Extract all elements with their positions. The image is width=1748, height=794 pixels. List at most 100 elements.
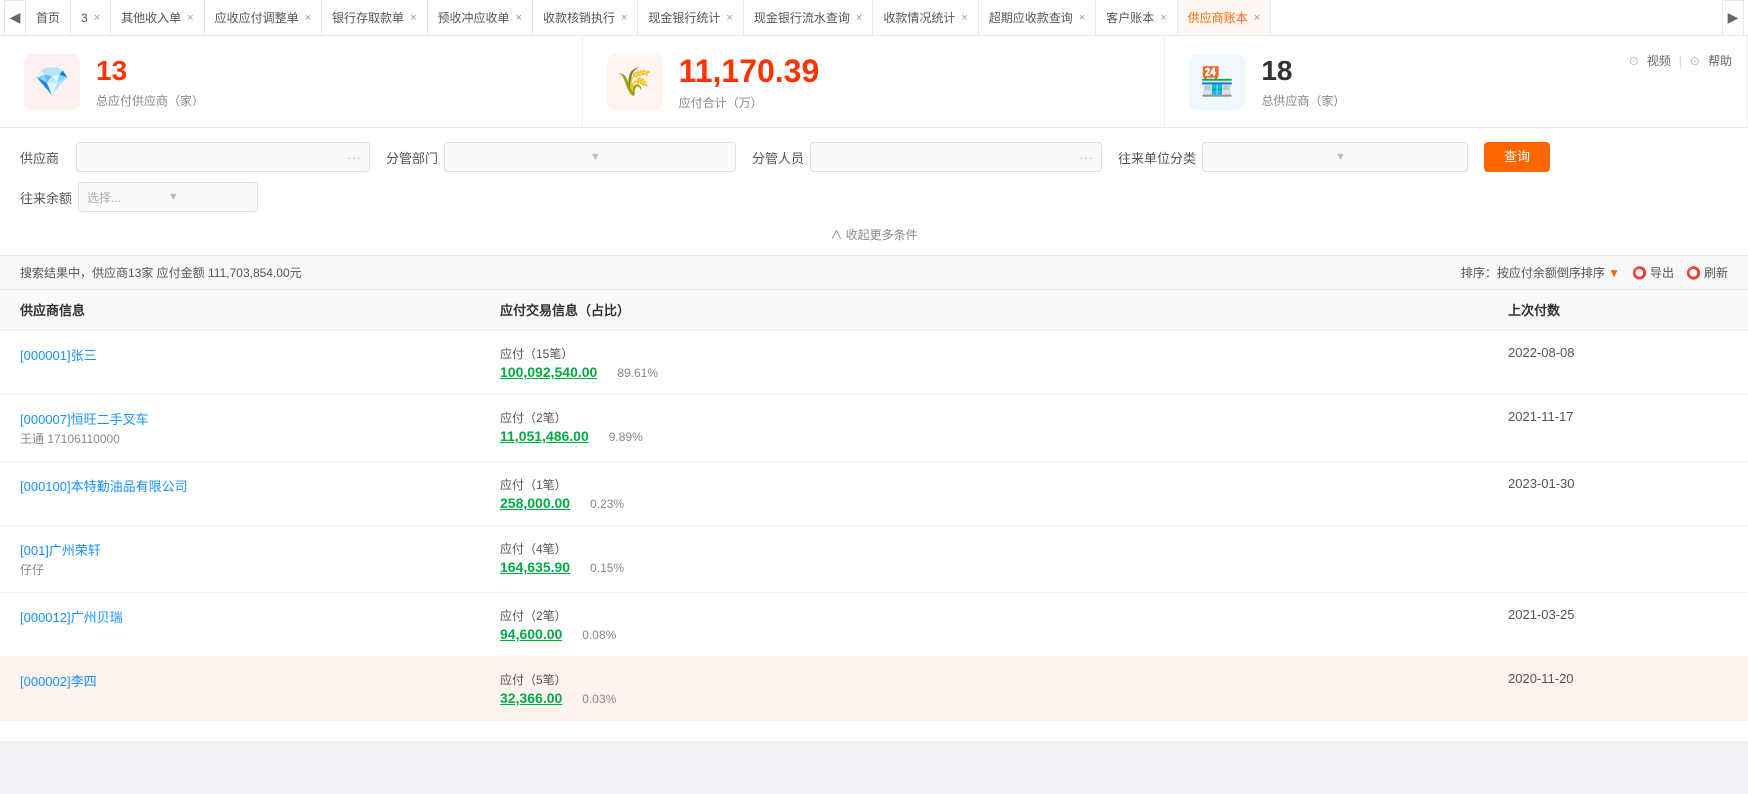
sort-label: 排序：按应付余额倒序排序 ▼ xyxy=(1461,264,1620,281)
close-tab-other-income-icon[interactable]: × xyxy=(187,12,193,24)
unit-category-select-wrapper[interactable]: ▼ xyxy=(1202,142,1468,172)
supplier-link-1[interactable]: [000007]恒旺二手叉车 xyxy=(20,412,149,427)
last-pay-5: 2020-11-20 xyxy=(1508,671,1728,686)
amount-link-5[interactable]: 32,366.00 xyxy=(500,690,562,706)
refresh-label: 刷新 xyxy=(1704,264,1728,281)
supplier-input[interactable] xyxy=(85,150,347,164)
supplier-info-4: [000012]广州贝瑞 xyxy=(20,607,500,626)
nav-tab-cash-bank-flow[interactable]: 现金银行流水查询× xyxy=(744,0,873,36)
pay-percent-3: 0.15% xyxy=(590,561,624,575)
transaction-info-1: 应付（2笔）11,051,486.009.89% xyxy=(500,409,1508,444)
supplier-info-3: [001]广州荣轩仔仔 xyxy=(20,540,500,578)
amount-link-2[interactable]: 258,000.00 xyxy=(500,495,570,511)
balance-placeholder: 选择... xyxy=(87,189,168,206)
total-payable-amount-label: 应付合计（万） xyxy=(679,94,820,111)
sort-dropdown-icon[interactable]: ▼ xyxy=(1608,266,1620,280)
query-button[interactable]: 查询 xyxy=(1484,142,1550,172)
nav-tab-tab3[interactable]: 3× xyxy=(71,0,111,36)
department-select-wrapper[interactable]: ▼ xyxy=(444,142,736,172)
collapse-bar[interactable]: ∧ 收起更多条件 xyxy=(20,222,1728,247)
supplier-filter: 供应商 ··· xyxy=(20,142,370,172)
department-filter: 分管部门 ▼ xyxy=(386,142,736,172)
supplier-link-5[interactable]: [000002]李四 xyxy=(20,674,97,689)
close-tab-supplier-account-icon[interactable]: × xyxy=(1254,12,1260,24)
amount-link-4[interactable]: 94,600.00 xyxy=(500,626,562,642)
total-suppliers-label: 总供应商（家） xyxy=(1261,92,1345,109)
header-last-pay: 上次付数 xyxy=(1508,300,1728,319)
total-suppliers: 18 xyxy=(1261,54,1345,88)
total-payable-amount: 11,170.39 xyxy=(679,52,820,90)
amount-link-1[interactable]: 11,051,486.00 xyxy=(500,428,589,444)
amount-link-0[interactable]: 100,092,540.00 xyxy=(500,364,597,380)
table-row: [001]广州荣轩仔仔应付（4笔）164,635.900.15% xyxy=(0,526,1748,593)
transaction-info-2: 应付（1笔）258,000.000.23% xyxy=(500,476,1508,511)
supplier-info-1: [000007]恒旺二手叉车王通 17106110000 xyxy=(20,409,500,447)
pay-percent-1: 9.89% xyxy=(609,430,643,444)
table-row: [000012]广州贝瑞应付（2笔）94,600.000.08%2021-03-… xyxy=(0,593,1748,657)
close-tab-advance-collect-icon[interactable]: × xyxy=(516,12,522,24)
refresh-button[interactable]: ⭕ 刷新 xyxy=(1686,264,1728,281)
close-tab-collect-verify-icon[interactable]: × xyxy=(621,12,627,24)
filter-area: 供应商 ··· 分管部门 ▼ 分管人员 ··· 往来单位分类 xyxy=(0,128,1748,256)
balance-dropdown-icon: ▼ xyxy=(168,191,249,203)
nav-right-arrow[interactable]: ▶ xyxy=(1722,0,1744,36)
person-input-wrapper[interactable]: ··· xyxy=(810,142,1102,172)
supplier-info-5: [000002]李四 xyxy=(20,671,500,690)
pay-percent-5: 0.03% xyxy=(582,692,616,706)
balance-select-wrapper[interactable]: 选择... ▼ xyxy=(78,182,258,212)
collapse-text: ∧ 收起更多条件 xyxy=(830,228,917,242)
person-label: 分管人员 xyxy=(752,148,804,167)
nav-tab-supplier-account[interactable]: 供应商账本× xyxy=(1178,0,1271,36)
unit-category-dropdown-icon: ▼ xyxy=(1335,151,1459,163)
nav-tab-other-income[interactable]: 其他收入单× xyxy=(111,0,204,36)
close-tab-cash-bank-flow-icon[interactable]: × xyxy=(856,12,862,24)
nav-tab-ap-adjust[interactable]: 应收应付调整单× xyxy=(205,0,322,36)
nav-left-arrow[interactable]: ◀ xyxy=(4,0,26,36)
supplier-label: 供应商 xyxy=(20,148,70,167)
supplier-input-wrapper[interactable]: ··· xyxy=(76,142,370,172)
amount-link-3[interactable]: 164,635.90 xyxy=(500,559,570,575)
table-header: 供应商信息 应付交易信息（占比） 上次付数 xyxy=(0,290,1748,331)
supplier-sub-3: 仔仔 xyxy=(20,561,500,578)
person-input[interactable] xyxy=(819,150,1079,164)
close-tab-tab3-icon[interactable]: × xyxy=(94,12,100,24)
balance-filter: 往来余额 选择... ▼ xyxy=(20,182,370,212)
close-tab-ap-adjust-icon[interactable]: × xyxy=(305,12,311,24)
supplier-link-3[interactable]: [001]广州荣轩 xyxy=(20,543,101,558)
total-payable-suppliers-label: 总应付供应商（家） xyxy=(96,92,204,109)
supplier-dots-icon: ··· xyxy=(347,149,361,165)
nav-tab-advance-collect[interactable]: 预收冲应收单× xyxy=(428,0,533,36)
summary-bar: 💎 13 总应付供应商（家） 🌾 11,170.39 应付合计（万） 🏪 18 … xyxy=(0,36,1748,128)
nav-tab-customer-account[interactable]: 客户账本× xyxy=(1096,0,1177,36)
export-icon: ⭕ xyxy=(1632,266,1647,280)
balance-label: 往来余额 xyxy=(20,188,72,207)
supplier-link-0[interactable]: [000001]张三 xyxy=(20,348,97,363)
close-tab-bank-deposit-icon[interactable]: × xyxy=(410,12,416,24)
amount-icon: 🌾 xyxy=(607,54,663,110)
department-label: 分管部门 xyxy=(386,148,438,167)
nav-tab-collect-verify[interactable]: 收款核销执行× xyxy=(533,0,638,36)
transaction-info-3: 应付（4笔）164,635.900.15% xyxy=(500,540,1508,575)
unit-category-filter: 往来单位分类 ▼ xyxy=(1118,142,1468,172)
refresh-icon: ⭕ xyxy=(1686,266,1701,280)
table-body: [000001]张三应付（15笔）100,092,540.0089.61%202… xyxy=(0,331,1748,721)
close-tab-cash-bank-stat-icon[interactable]: × xyxy=(726,12,732,24)
nav-tab-home[interactable]: 首页 xyxy=(26,0,71,36)
close-tab-customer-account-icon[interactable]: × xyxy=(1160,12,1166,24)
supplier-link-2[interactable]: [000100]本特勤油品有限公司 xyxy=(20,479,188,494)
nav-tab-cash-bank-stat[interactable]: 现金银行统计× xyxy=(638,0,743,36)
video-link[interactable]: 视频 xyxy=(1647,52,1671,69)
last-pay-2: 2023-01-30 xyxy=(1508,476,1728,491)
unit-category-label: 往来单位分类 xyxy=(1118,148,1196,167)
table-row: [000002]李四应付（5笔）32,366.000.03%2020-11-20 xyxy=(0,657,1748,721)
supplier-icon: 💎 xyxy=(24,54,80,110)
help-link[interactable]: 帮助 xyxy=(1708,52,1732,69)
nav-tab-collect-stat[interactable]: 收款情况统计× xyxy=(873,0,978,36)
nav-tab-bank-deposit[interactable]: 银行存取款单× xyxy=(322,0,427,36)
summary-card-total-suppliers: 🏪 18 总供应商（家） xyxy=(1165,36,1748,127)
close-tab-overdue-query-icon[interactable]: × xyxy=(1079,12,1085,24)
nav-tab-overdue-query[interactable]: 超期应收款查询× xyxy=(979,0,1096,36)
supplier-link-4[interactable]: [000012]广州贝瑞 xyxy=(20,610,123,625)
close-tab-collect-stat-icon[interactable]: × xyxy=(961,12,967,24)
export-button[interactable]: ⭕ 导出 xyxy=(1632,264,1674,281)
